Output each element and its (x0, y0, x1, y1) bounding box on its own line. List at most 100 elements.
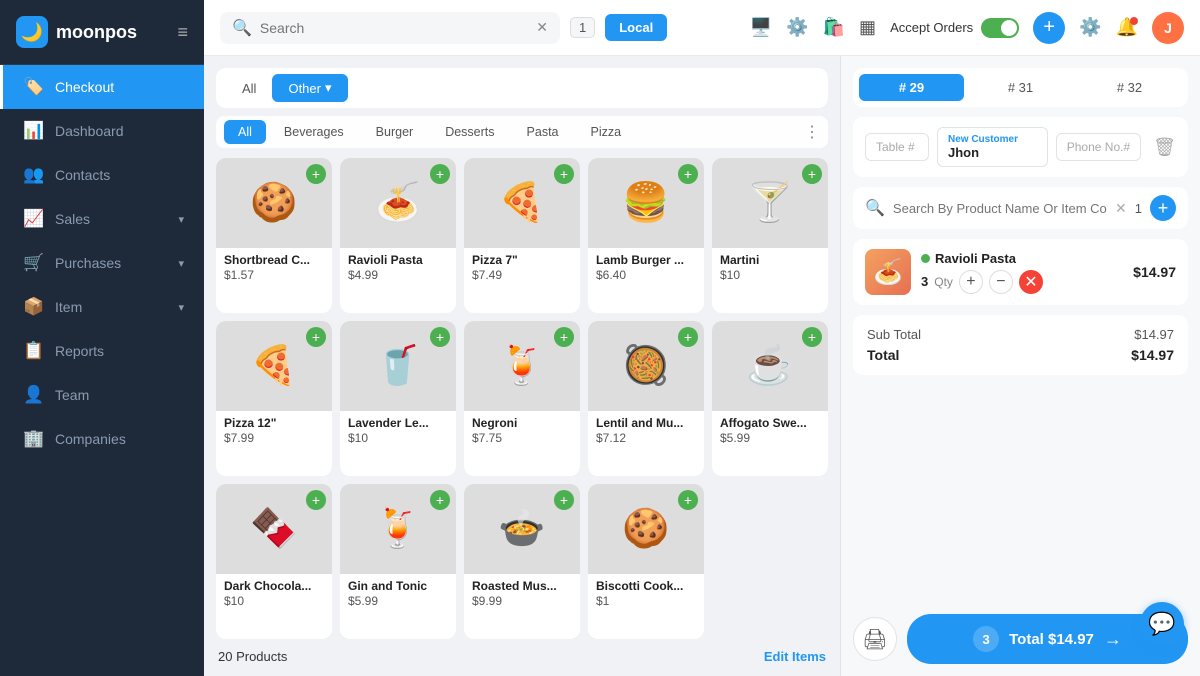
product-name: Affogato Swe... (712, 411, 828, 430)
tab-order-29[interactable]: # 29 (859, 74, 964, 101)
product-card-roasted[interactable]: 🍲 + Roasted Mus... $9.99 (464, 484, 580, 639)
tab-burger[interactable]: Burger (362, 120, 428, 144)
add-product-button[interactable]: + (554, 164, 574, 184)
tab-order-31[interactable]: # 31 (968, 74, 1073, 101)
total-value: $14.97 (1131, 347, 1174, 363)
accept-orders-switch[interactable] (981, 18, 1019, 38)
product-card-ravioli[interactable]: 🍝 + Ravioli Pasta $4.99 (340, 158, 456, 313)
add-product-button[interactable]: + (554, 327, 574, 347)
tab-all-outer[interactable]: All (226, 75, 272, 102)
gear-icon[interactable]: ⚙️ (786, 17, 808, 38)
chat-button[interactable]: 💬 (1140, 602, 1184, 646)
close-icon[interactable]: ✕ (1115, 200, 1127, 217)
sidebar-item-reports[interactable]: 📋 Reports (0, 329, 204, 373)
add-button[interactable]: + (1033, 12, 1065, 44)
product-price: $4.99 (340, 267, 456, 283)
product-card-biscotti[interactable]: 🍪 + Biscotti Cook... $1 (588, 484, 704, 639)
sidebar-item-team[interactable]: 👤 Team (0, 373, 204, 417)
sidebar-item-purchases[interactable]: 🛒 Purchases ▾ (0, 241, 204, 285)
sidebar-item-checkout[interactable]: 🏷️ Checkout (0, 65, 204, 109)
checkout-label: Total $14.97 (1009, 631, 1094, 648)
team-icon: 👤 (23, 385, 43, 405)
product-card-gin-tonic[interactable]: 🍹 + Gin and Tonic $5.99 (340, 484, 456, 639)
customer-field: New Customer Jhon (937, 127, 1048, 167)
remove-button[interactable]: ✕ (1019, 270, 1043, 294)
product-name: Negroni (464, 411, 580, 430)
product-card-darkchoc[interactable]: 🍫 + Dark Chocola... $10 (216, 484, 332, 639)
search-icon: 🔍 (865, 198, 885, 218)
hamburger-icon[interactable]: ≡ (177, 22, 188, 43)
add-product-button[interactable]: + (306, 327, 326, 347)
add-product-button[interactable]: + (430, 164, 450, 184)
order-item-details: Ravioli Pasta 3 Qty + − ✕ (921, 251, 1123, 294)
edit-items-link[interactable]: Edit Items (764, 649, 826, 664)
avatar[interactable]: J (1152, 12, 1184, 44)
accept-orders-label: Accept Orders (890, 20, 973, 35)
product-card-lavender[interactable]: 🥤 + Lavender Le... $10 (340, 321, 456, 476)
product-price: $9.99 (464, 593, 580, 609)
product-card-lentil[interactable]: 🥘 + Lentil and Mu... $7.12 (588, 321, 704, 476)
bag-icon[interactable]: 🛍️ (823, 17, 845, 38)
active-dot (921, 254, 930, 263)
notification-icon[interactable]: 🔔 (1116, 17, 1138, 38)
product-card-pizza12[interactable]: 🍕 + Pizza 12" $7.99 (216, 321, 332, 476)
search-input[interactable] (260, 20, 528, 36)
add-item-button[interactable]: + (1150, 195, 1176, 221)
monitor-icon[interactable]: 🖥️ (750, 17, 772, 38)
add-product-button[interactable]: + (678, 164, 698, 184)
product-card-pizza7[interactable]: 🍕 + Pizza 7" $7.49 (464, 158, 580, 313)
decrement-button[interactable]: − (989, 270, 1013, 294)
sidebar-item-dashboard[interactable]: 📊 Dashboard (0, 109, 204, 153)
table-field[interactable]: Table # (865, 133, 929, 161)
product-card-shortbread[interactable]: 🍪 + Shortbread C... $1.57 (216, 158, 332, 313)
total-label: Total (867, 347, 899, 363)
search-box: 🔍 ✕ (220, 12, 560, 44)
add-product-button[interactable]: + (430, 490, 450, 510)
product-card-martini[interactable]: 🍸 + Martini $10 (712, 158, 828, 313)
tab-all-inner[interactable]: All (224, 120, 266, 144)
sidebar-item-companies[interactable]: 🏢 Companies (0, 417, 204, 461)
local-button[interactable]: Local (605, 14, 667, 41)
sidebar-item-contacts[interactable]: 👥 Contacts (0, 153, 204, 197)
add-product-button[interactable]: + (802, 327, 822, 347)
add-product-button[interactable]: + (430, 327, 450, 347)
item-icon: 📦 (23, 297, 43, 317)
add-product-button[interactable]: + (306, 164, 326, 184)
increment-button[interactable]: + (959, 270, 983, 294)
item-search-input[interactable] (893, 201, 1107, 216)
add-product-button[interactable]: + (678, 327, 698, 347)
customer-name[interactable]: Jhon (948, 145, 1037, 160)
product-card-negroni[interactable]: 🍹 + Negroni $7.75 (464, 321, 580, 476)
sidebar-item-label: Item (55, 299, 82, 315)
add-product-button[interactable]: + (554, 490, 574, 510)
tab-beverages[interactable]: Beverages (270, 120, 358, 144)
add-product-button[interactable]: + (306, 490, 326, 510)
order-footer: 🖨 3 Total $14.97 → (853, 614, 1188, 664)
more-icon[interactable]: ⋮ (804, 122, 820, 142)
barcode-icon[interactable]: ▦ (859, 17, 876, 38)
order-tabs: # 29 # 31 # 32 (853, 68, 1188, 107)
sidebar-item-item[interactable]: 📦 Item ▾ (0, 285, 204, 329)
settings-icon[interactable]: ⚙️ (1079, 17, 1101, 38)
tab-pasta[interactable]: Pasta (513, 120, 573, 144)
app-name: moonpos (56, 22, 137, 43)
add-product-button[interactable]: + (802, 164, 822, 184)
order-item-image: 🍝 (865, 249, 911, 295)
tab-order-32[interactable]: # 32 (1077, 74, 1182, 101)
sales-icon: 📈 (23, 209, 43, 229)
sidebar-item-label: Checkout (55, 79, 114, 95)
product-card-lambburger[interactable]: 🍔 + Lamb Burger ... $6.40 (588, 158, 704, 313)
tab-desserts[interactable]: Desserts (431, 120, 508, 144)
search-count: 1 (1135, 201, 1142, 216)
delete-icon[interactable]: 🗑 (1153, 137, 1176, 158)
tab-pizza[interactable]: Pizza (577, 120, 636, 144)
product-price: $7.99 (216, 430, 332, 446)
phone-field[interactable]: Phone No.# (1056, 133, 1141, 161)
close-icon[interactable]: ✕ (536, 19, 548, 36)
add-product-button[interactable]: + (678, 490, 698, 510)
product-price: $10 (712, 267, 828, 283)
product-card-affogato[interactable]: ☕ + Affogato Swe... $5.99 (712, 321, 828, 476)
tab-other[interactable]: Other ▾ (272, 74, 347, 102)
print-button[interactable]: 🖨 (853, 617, 897, 661)
sidebar-item-sales[interactable]: 📈 Sales ▾ (0, 197, 204, 241)
